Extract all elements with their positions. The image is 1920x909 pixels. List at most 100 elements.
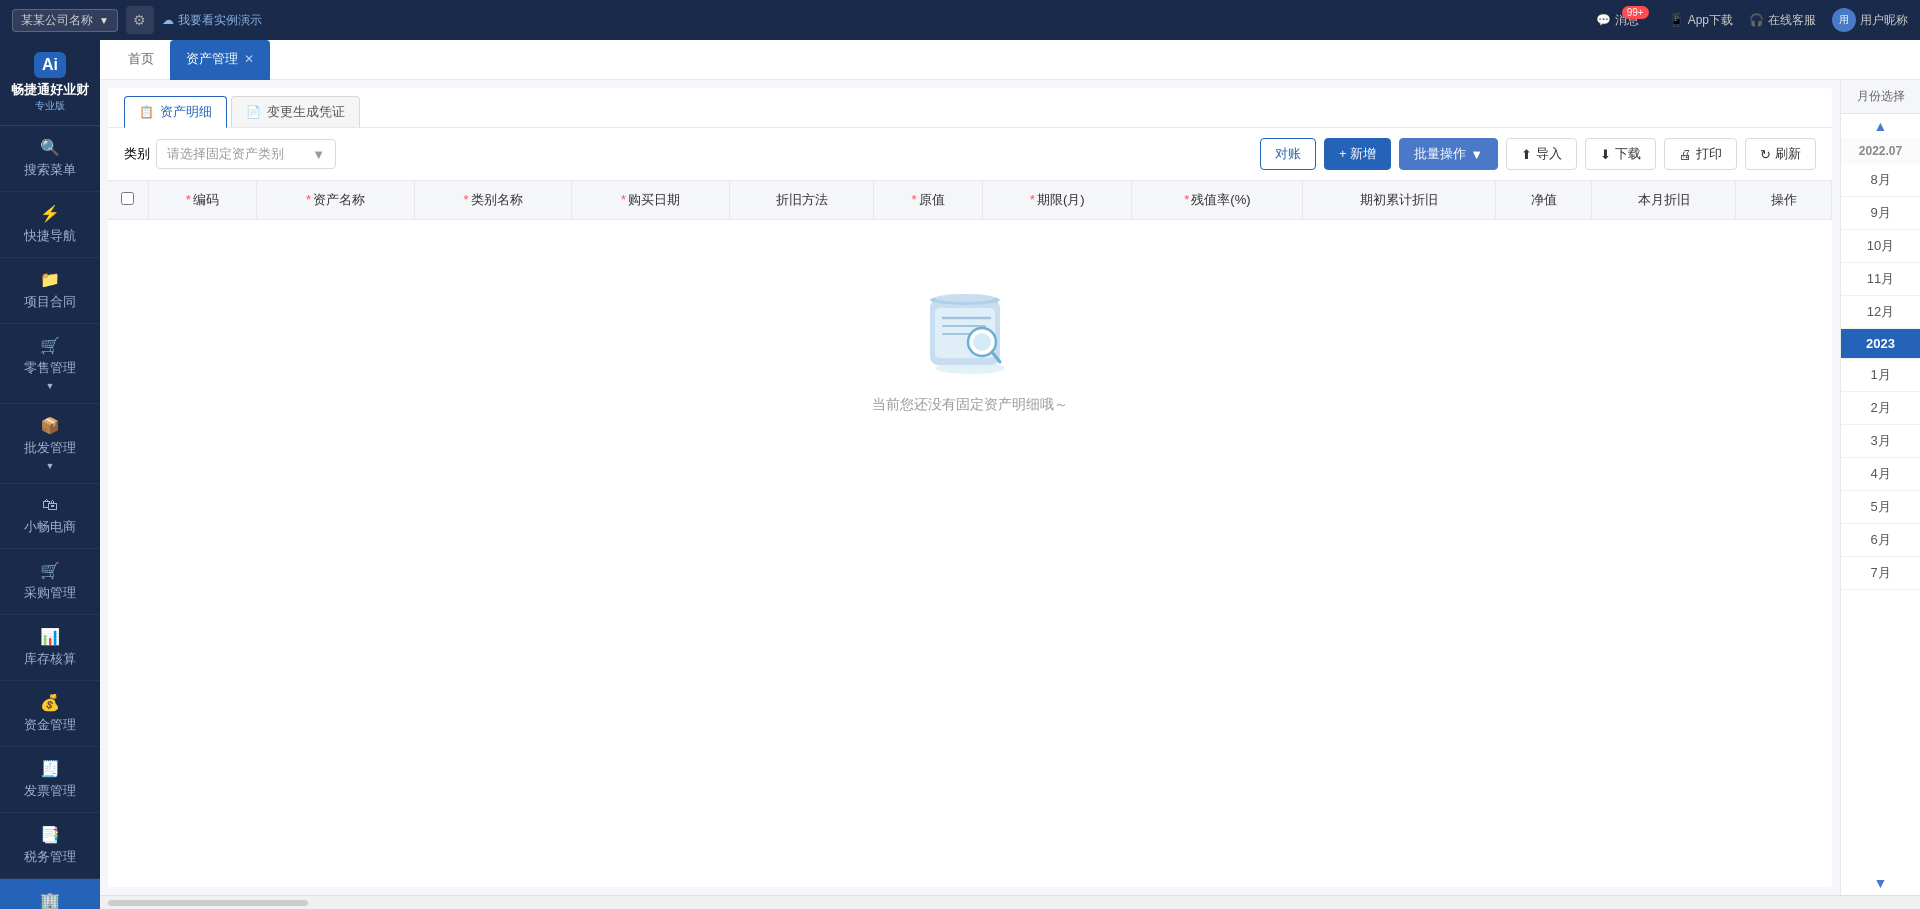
sidebar-item-tax[interactable]: 📑 税务管理 (0, 813, 100, 879)
download-icon: ⬇ (1600, 147, 1611, 162)
dropdown-arrow-icon: ▼ (312, 147, 325, 162)
col-cumulative-depreciation: 期初累计折旧 (1303, 181, 1496, 220)
sub-tab-asset-detail[interactable]: 📋 资产明细 (124, 96, 227, 128)
tab-asset-mgmt[interactable]: 资产管理 ✕ (170, 40, 270, 80)
col-monthly-depreciation: 本月折旧 (1592, 181, 1736, 220)
table-container: *编码 *资产名称 *类别名称 *购买日期 折旧方法 *原值 *期限(月) *残… (108, 181, 1832, 887)
category-dropdown[interactable]: 请选择固定资产类别 ▼ (156, 139, 336, 169)
top-bar-left: 某某公司名称 ▼ ⚙ ☁ 我要看实例演示 (12, 6, 1596, 34)
year-2022-label: 2022.07 (1841, 138, 1920, 164)
online-service-label: 在线客服 (1768, 12, 1816, 29)
month-item-11[interactable]: 11月 (1841, 263, 1920, 296)
arrow-icon: ▼ (46, 461, 55, 471)
sub-tab-label: 资产明细 (160, 103, 212, 121)
sidebar-item-finance[interactable]: 💰 资金管理 (0, 681, 100, 747)
month-item-1[interactable]: 1月 (1841, 359, 1920, 392)
month-item-7[interactable]: 7月 (1841, 557, 1920, 590)
sidebar-item-purchase[interactable]: 🛒 采购管理 (0, 549, 100, 615)
app-download-button[interactable]: 📱 App下载 (1669, 12, 1733, 29)
category-placeholder: 请选择固定资产类别 (167, 145, 284, 163)
company-name: 某某公司名称 (21, 12, 93, 29)
col-code: *编码 (148, 181, 257, 220)
month-panel: 月份选择 ▲ 2022.07 8月 9月 10月 11月 12月 2023 1月… (1840, 80, 1920, 895)
invoice-icon: 🧾 (40, 759, 60, 778)
box-icon: 📦 (40, 416, 60, 435)
import-button[interactable]: ⬆ 导入 (1506, 138, 1577, 170)
tab-close-icon[interactable]: ✕ (244, 52, 254, 66)
lightning-icon: ⚡ (40, 204, 60, 223)
top-bar-right: 💬 消息 99+ 📱 App下载 🎧 在线客服 用 用户昵称 (1596, 8, 1908, 32)
user-avatar: 用 (1832, 8, 1856, 32)
demo-link-text: 我要看实例演示 (178, 12, 262, 29)
app-name: 畅捷通好业财 (8, 82, 92, 99)
batch-button[interactable]: 批量操作 ▼ (1399, 138, 1498, 170)
sidebar-item-wholesale[interactable]: 📦 批发管理 ▼ (0, 404, 100, 484)
sidebar-item-ecommerce[interactable]: 🛍 小畅电商 (0, 484, 100, 549)
add-button[interactable]: + 新增 (1324, 138, 1391, 170)
print-button[interactable]: 🖨 打印 (1664, 138, 1737, 170)
list-icon: 📋 (139, 105, 154, 119)
money-icon: 💰 (40, 693, 60, 712)
month-item-5[interactable]: 5月 (1841, 491, 1920, 524)
month-item-9[interactable]: 9月 (1841, 197, 1920, 230)
app-edition: 专业版 (8, 99, 92, 113)
horizontal-scrollbar[interactable] (108, 900, 308, 906)
sidebar-item-label: 小畅电商 (24, 518, 76, 536)
col-name: *资产名称 (257, 181, 415, 220)
month-item-2[interactable]: 2月 (1841, 392, 1920, 425)
main-layout: Ai 畅捷通好业财 专业版 🔍 搜索菜单 ⚡ 快捷导航 📁 项目合同 🛒 零售管… (0, 40, 1920, 909)
col-residual-rate: *残值率(%) (1132, 181, 1303, 220)
settings-button[interactable]: ⚙ (126, 6, 154, 34)
doc-icon: 📄 (246, 105, 261, 119)
demo-link[interactable]: ☁ 我要看实例演示 (162, 12, 262, 29)
month-item-4[interactable]: 4月 (1841, 458, 1920, 491)
sub-tab-label: 变更生成凭证 (267, 103, 345, 121)
select-all-checkbox[interactable] (121, 192, 134, 205)
tax-icon: 📑 (40, 825, 60, 844)
month-scroll-up-button[interactable]: ▲ (1841, 114, 1920, 138)
sidebar-item-search[interactable]: 🔍 搜索菜单 (0, 126, 100, 192)
svg-point-10 (935, 294, 995, 302)
download-button[interactable]: ⬇ 下载 (1585, 138, 1656, 170)
tab-bar: 首页 资产管理 ✕ (100, 40, 1920, 80)
message-icon: 💬 (1596, 13, 1611, 27)
col-net-value: 净值 (1496, 181, 1592, 220)
month-list: 2022.07 8月 9月 10月 11月 12月 2023 1月 2月 3月 … (1841, 138, 1920, 871)
import-icon: ⬆ (1521, 147, 1532, 162)
tab-asset-mgmt-label: 资产管理 (186, 50, 238, 68)
month-item-10[interactable]: 10月 (1841, 230, 1920, 263)
user-menu[interactable]: 用 用户昵称 (1832, 8, 1908, 32)
company-selector[interactable]: 某某公司名称 ▼ (12, 9, 118, 32)
online-service-button[interactable]: 🎧 在线客服 (1749, 12, 1816, 29)
message-badge: 99+ (1622, 6, 1649, 19)
month-item-8[interactable]: 8月 (1841, 164, 1920, 197)
tab-home[interactable]: 首页 (112, 40, 170, 80)
category-select: 类别 请选择固定资产类别 ▼ (124, 139, 336, 169)
refresh-label: 刷新 (1775, 145, 1801, 163)
refresh-button[interactable]: ↻ 刷新 (1745, 138, 1816, 170)
message-button[interactable]: 💬 消息 99+ (1596, 12, 1639, 29)
sub-tab-change-voucher[interactable]: 📄 变更生成凭证 (231, 96, 360, 127)
month-item-6[interactable]: 6月 (1841, 524, 1920, 557)
col-purchase-date: *购买日期 (572, 181, 730, 220)
reconcile-button[interactable]: 对账 (1260, 138, 1316, 170)
sidebar-item-project[interactable]: 📁 项目合同 (0, 258, 100, 324)
month-panel-header: 月份选择 (1841, 80, 1920, 114)
month-item-3[interactable]: 3月 (1841, 425, 1920, 458)
cart-icon: 🛒 (40, 336, 60, 355)
sidebar-item-label: 快捷导航 (24, 227, 76, 245)
sidebar-item-inventory[interactable]: 📊 库存核算 (0, 615, 100, 681)
month-item-12[interactable]: 12月 (1841, 296, 1920, 329)
col-depreciation-method: 折旧方法 (729, 181, 873, 220)
sidebar-item-invoice[interactable]: 🧾 发票管理 (0, 747, 100, 813)
sidebar-item-quick-nav[interactable]: ⚡ 快捷导航 (0, 192, 100, 258)
col-original-value: *原值 (874, 181, 983, 220)
user-name: 用户昵称 (1860, 12, 1908, 29)
col-category: *类别名称 (414, 181, 572, 220)
print-label: 打印 (1696, 145, 1722, 163)
month-scroll-down-button[interactable]: ▼ (1841, 871, 1920, 895)
sidebar-item-fixed-asset[interactable]: 🏢 固定资产 (0, 879, 100, 909)
asset-table: *编码 *资产名称 *类别名称 *购买日期 折旧方法 *原值 *期限(月) *残… (108, 181, 1832, 220)
empty-text: 当前您还没有固定资产明细哦～ (872, 396, 1068, 414)
sidebar-item-retail[interactable]: 🛒 零售管理 ▼ (0, 324, 100, 404)
